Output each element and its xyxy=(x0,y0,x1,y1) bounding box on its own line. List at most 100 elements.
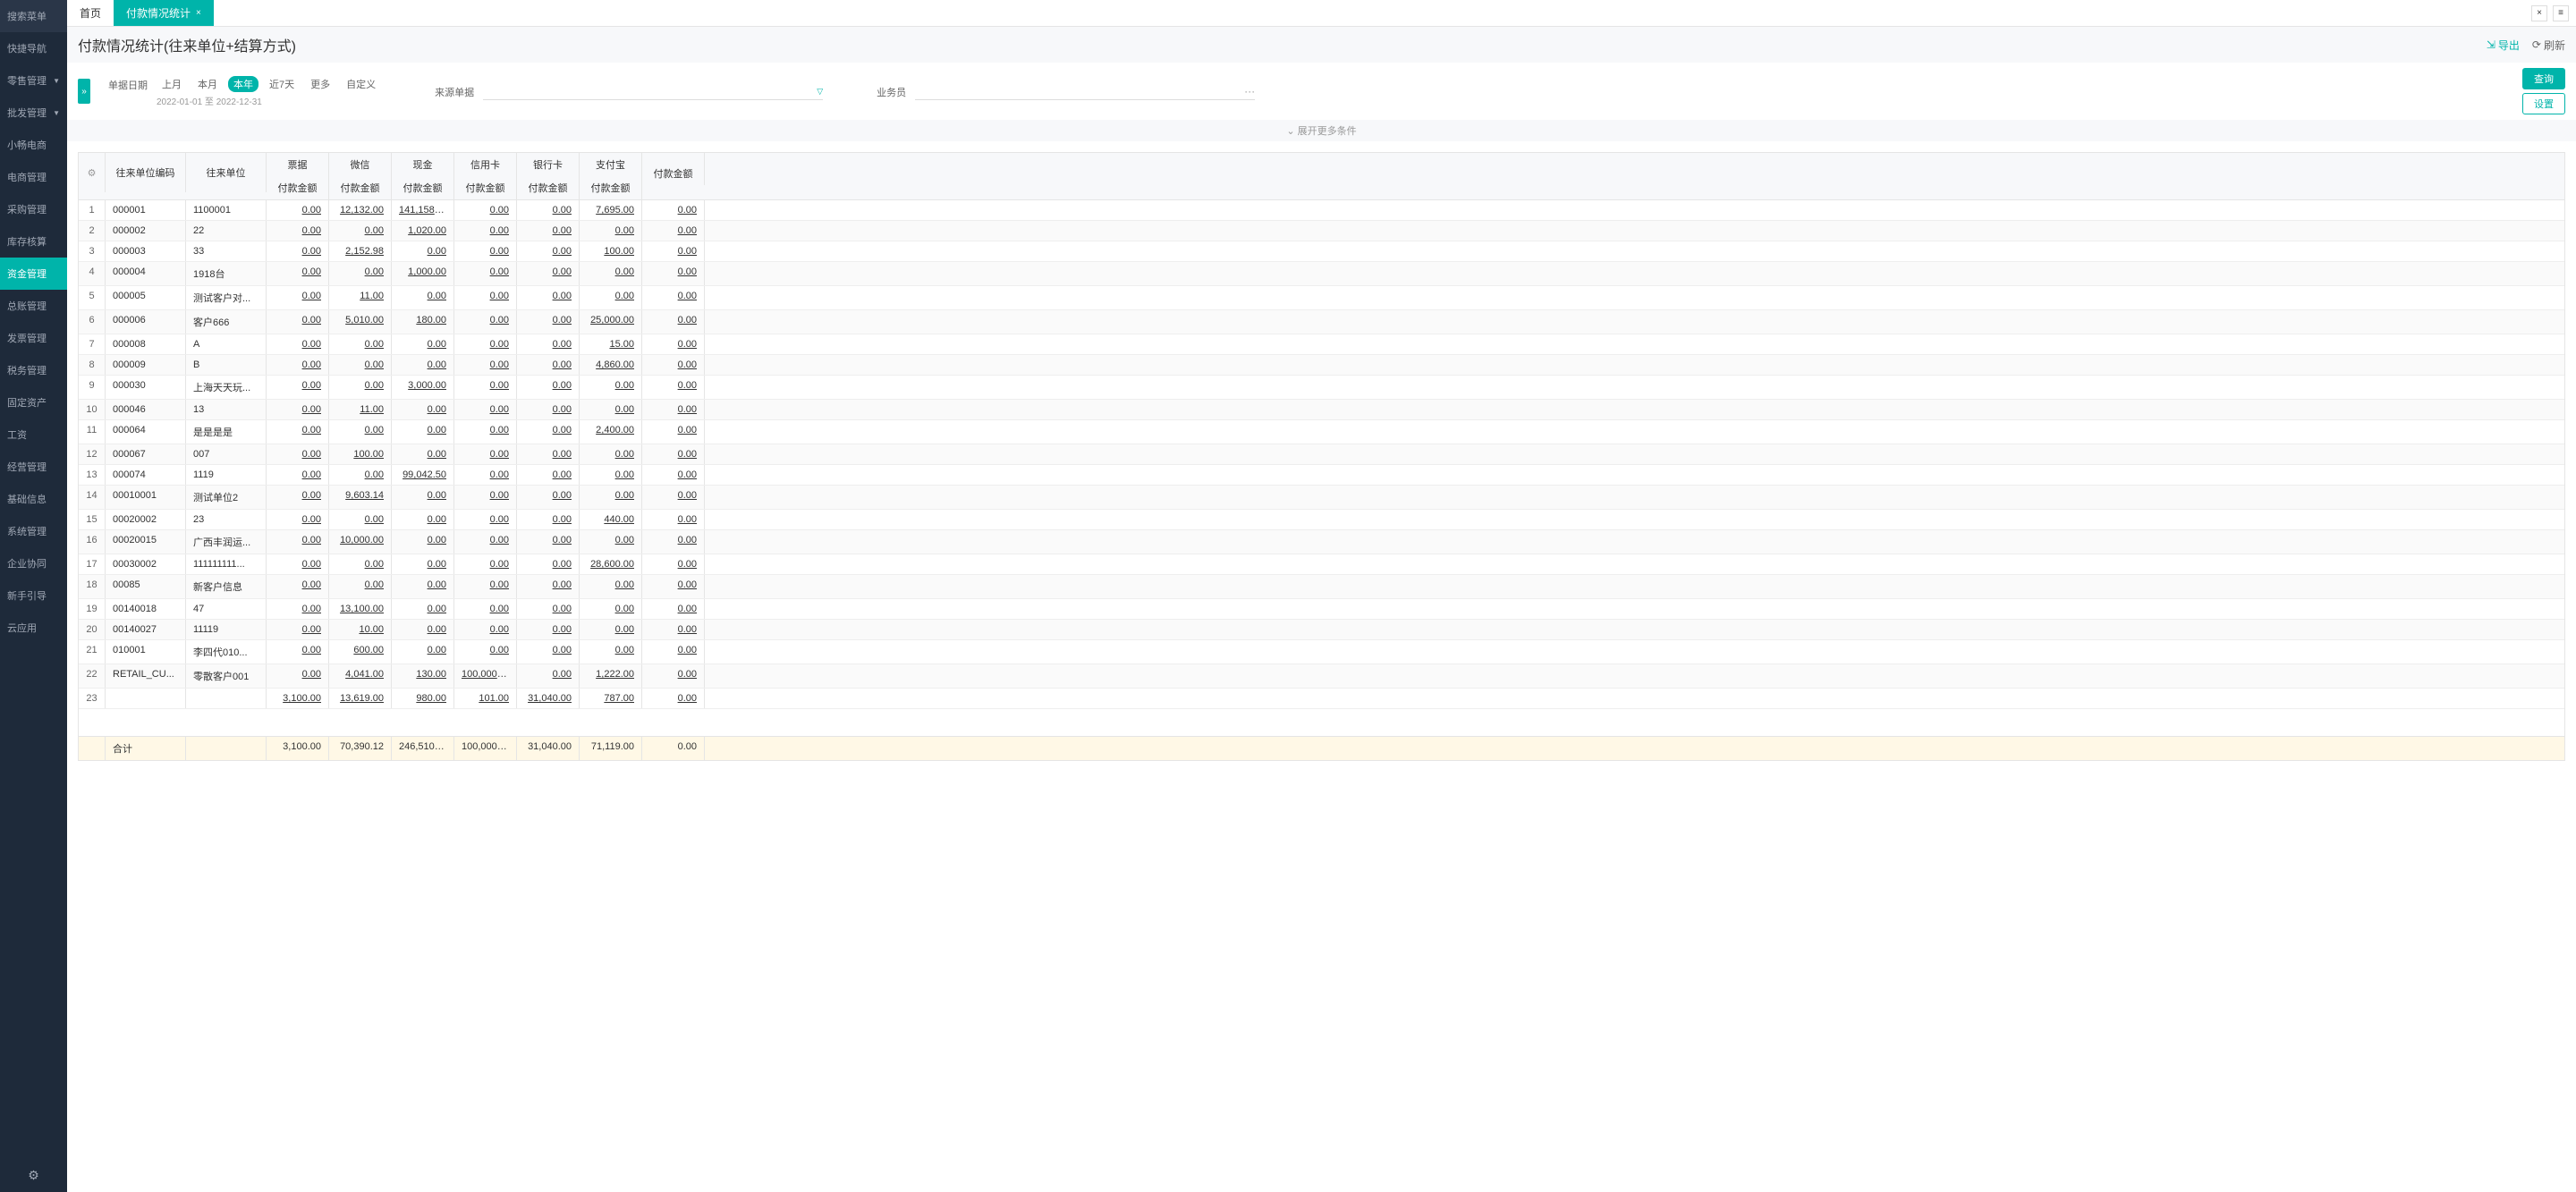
table-settings-icon[interactable]: ⚙ xyxy=(88,167,97,179)
amount-link[interactable]: 0.00 xyxy=(428,559,446,570)
amount-link[interactable]: 0.00 xyxy=(302,404,321,415)
source-select[interactable] xyxy=(483,83,823,100)
amount-link[interactable]: 10.00 xyxy=(359,624,384,635)
table-row[interactable]: 1600020015广西丰润运...0.0010,000.000.000.000… xyxy=(79,530,2564,554)
amount-link[interactable]: 0.00 xyxy=(615,645,634,655)
sidebar-item-6[interactable]: 采购管理 xyxy=(0,193,67,225)
amount-link[interactable]: 0.00 xyxy=(302,490,321,501)
sidebar-item-0[interactable]: 搜索菜单 xyxy=(0,0,67,32)
amount-link[interactable]: 0.00 xyxy=(678,404,697,415)
amount-link[interactable]: 0.00 xyxy=(302,380,321,391)
amount-link[interactable]: 99,042.50 xyxy=(402,469,446,480)
amount-link[interactable]: 0.00 xyxy=(490,579,509,590)
table-row[interactable]: 6000006客户6660.005,010.00180.000.000.0025… xyxy=(79,310,2564,334)
amount-link[interactable]: 787.00 xyxy=(604,693,634,704)
amount-link[interactable]: 101.00 xyxy=(479,693,509,704)
sidebar-item-4[interactable]: 小畅电商 xyxy=(0,129,67,161)
amount-link[interactable]: 0.00 xyxy=(615,579,634,590)
amount-link[interactable]: 1,020.00 xyxy=(408,225,446,236)
amount-link[interactable]: 0.00 xyxy=(490,490,509,501)
amount-link[interactable]: 0.00 xyxy=(490,380,509,391)
amount-link[interactable]: 0.00 xyxy=(428,246,446,257)
sales-input[interactable] xyxy=(915,83,1255,100)
amount-link[interactable]: 10,000.00 xyxy=(340,535,384,545)
table-row[interactable]: 1500020002230.000.000.000.000.00440.000.… xyxy=(79,510,2564,530)
tab-close-all-icon[interactable]: × xyxy=(2531,5,2547,21)
amount-link[interactable]: 0.00 xyxy=(490,604,509,614)
amount-link[interactable]: 0.00 xyxy=(302,359,321,370)
amount-link[interactable]: 0.00 xyxy=(678,246,697,257)
amount-link[interactable]: 0.00 xyxy=(553,624,572,635)
amount-link[interactable]: 0.00 xyxy=(490,339,509,350)
amount-link[interactable]: 0.00 xyxy=(678,225,697,236)
amount-link[interactable]: 2,152.98 xyxy=(345,246,384,257)
amount-link[interactable]: 0.00 xyxy=(615,624,634,635)
amount-link[interactable]: 0.00 xyxy=(615,469,634,480)
amount-link[interactable]: 13,100.00 xyxy=(340,604,384,614)
amount-link[interactable]: 0.00 xyxy=(428,359,446,370)
tab-home[interactable]: 首页 xyxy=(67,0,114,26)
table-row[interactable]: 10000046130.0011.000.000.000.000.000.00 xyxy=(79,400,2564,420)
amount-link[interactable]: 0.00 xyxy=(302,449,321,460)
amount-link[interactable]: 600.00 xyxy=(353,645,384,655)
sidebar-item-8[interactable]: 资金管理 xyxy=(0,258,67,290)
amount-link[interactable]: 100,000,000.00 xyxy=(462,669,517,680)
table-row[interactable]: 120000670070.00100.000.000.000.000.000.0… xyxy=(79,444,2564,465)
amount-link[interactable]: 0.00 xyxy=(553,380,572,391)
amount-link[interactable]: 0.00 xyxy=(428,490,446,501)
amount-link[interactable]: 0.00 xyxy=(490,315,509,325)
amount-link[interactable]: 0.00 xyxy=(302,624,321,635)
amount-link[interactable]: 0.00 xyxy=(615,449,634,460)
sidebar-item-3[interactable]: 批发管理▼ xyxy=(0,97,67,129)
amount-link[interactable]: 0.00 xyxy=(553,246,572,257)
amount-link[interactable]: 0.00 xyxy=(678,266,697,277)
amount-link[interactable]: 130.00 xyxy=(416,669,446,680)
amount-link[interactable]: 0.00 xyxy=(365,266,384,277)
table-row[interactable]: 100000111000010.0012,132.00141,158.110.0… xyxy=(79,200,2564,221)
amount-link[interactable]: 0.00 xyxy=(553,315,572,325)
amount-link[interactable]: 0.00 xyxy=(490,535,509,545)
date-quick-5[interactable]: 自定义 xyxy=(341,76,381,92)
amount-link[interactable]: 0.00 xyxy=(553,535,572,545)
date-quick-3[interactable]: 近7天 xyxy=(264,76,300,92)
amount-link[interactable]: 25,000.00 xyxy=(590,315,634,325)
amount-link[interactable]: 0.00 xyxy=(553,266,572,277)
amount-link[interactable]: 0.00 xyxy=(553,490,572,501)
table-row[interactable]: 1800085新客户信息0.000.000.000.000.000.000.00 xyxy=(79,575,2564,599)
amount-link[interactable]: 0.00 xyxy=(553,645,572,655)
amount-link[interactable]: 0.00 xyxy=(428,535,446,545)
date-quick-1[interactable]: 本月 xyxy=(192,76,223,92)
sidebar-item-2[interactable]: 零售管理▼ xyxy=(0,64,67,97)
amount-link[interactable]: 1,000.00 xyxy=(408,266,446,277)
sidebar-item-17[interactable]: 企业协同 xyxy=(0,547,67,579)
amount-link[interactable]: 28,600.00 xyxy=(590,559,634,570)
amount-link[interactable]: 0.00 xyxy=(490,266,509,277)
table-row[interactable]: 22RETAIL_CU...零散客户0010.004,041.00130.001… xyxy=(79,664,2564,689)
amount-link[interactable]: 0.00 xyxy=(302,315,321,325)
amount-link[interactable]: 0.00 xyxy=(365,469,384,480)
amount-link[interactable]: 0.00 xyxy=(428,624,446,635)
amount-link[interactable]: 0.00 xyxy=(678,359,697,370)
col-sub-5[interactable]: 付款金额 xyxy=(580,176,642,199)
table-row[interactable]: 3000003330.002,152.980.000.000.00100.000… xyxy=(79,241,2564,262)
amount-link[interactable]: 0.00 xyxy=(428,514,446,525)
amount-link[interactable]: 0.00 xyxy=(302,669,321,680)
col-header-name[interactable]: 往来单位 xyxy=(186,153,267,192)
amount-link[interactable]: 0.00 xyxy=(302,225,321,236)
query-button[interactable]: 查询 xyxy=(2522,68,2565,89)
amount-link[interactable]: 0.00 xyxy=(302,246,321,257)
sidebar-item-10[interactable]: 发票管理 xyxy=(0,322,67,354)
amount-link[interactable]: 0.00 xyxy=(615,604,634,614)
amount-link[interactable]: 0.00 xyxy=(553,469,572,480)
amount-link[interactable]: 0.00 xyxy=(678,315,697,325)
chevron-down-icon[interactable]: ▽ xyxy=(817,87,823,97)
sidebar-item-15[interactable]: 基础信息 xyxy=(0,483,67,515)
amount-link[interactable]: 0.00 xyxy=(615,291,634,301)
amount-link[interactable]: 141,158.11 xyxy=(399,205,447,216)
col-sub-2[interactable]: 付款金额 xyxy=(392,176,454,199)
amount-link[interactable]: 0.00 xyxy=(365,559,384,570)
amount-link[interactable]: 0.00 xyxy=(678,425,697,435)
sidebar-item-18[interactable]: 新手引导 xyxy=(0,579,67,612)
amount-link[interactable]: 100.00 xyxy=(353,449,384,460)
col-header-code[interactable]: 往来单位编码 xyxy=(106,153,186,192)
